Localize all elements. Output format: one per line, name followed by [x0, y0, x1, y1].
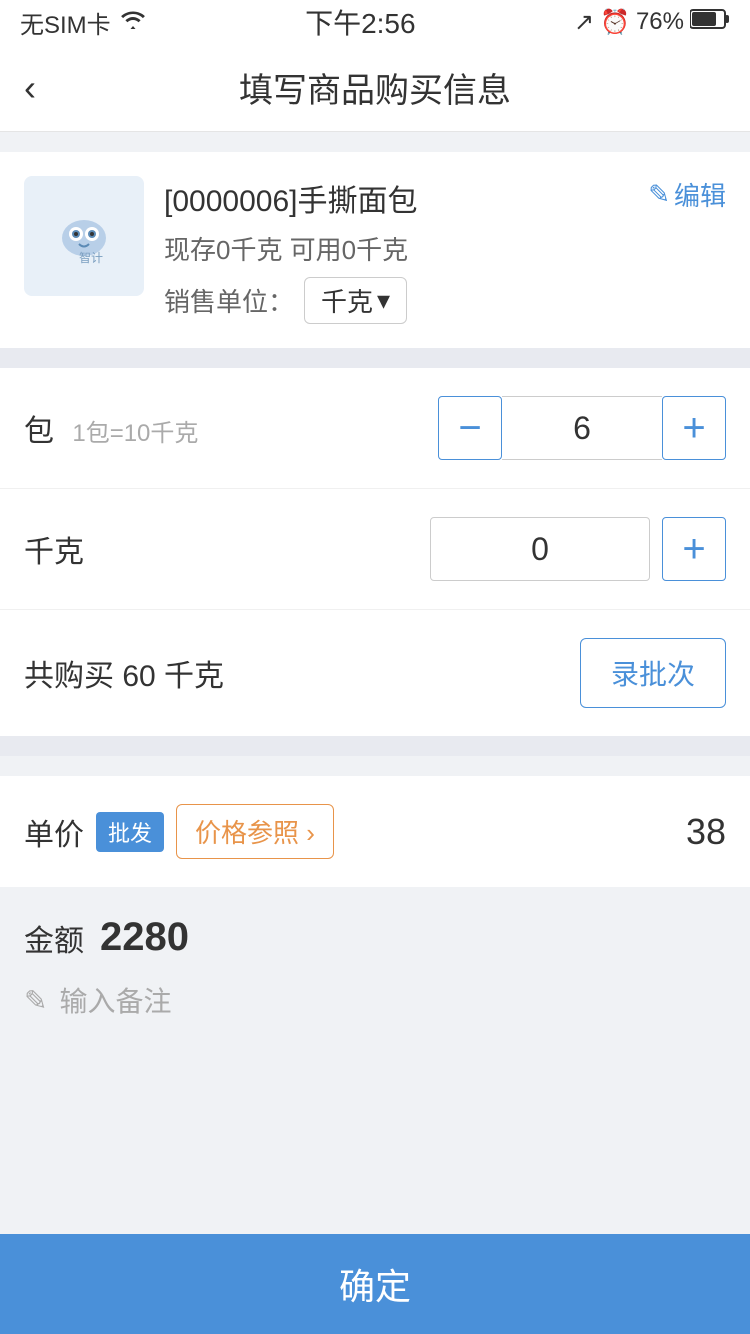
svg-text:智计: 智计 [79, 250, 103, 265]
location-icon: ↗ [574, 8, 594, 37]
nav-bar: ‹ 填写商品购买信息 [0, 44, 750, 132]
bao-input[interactable] [502, 396, 662, 460]
price-tag: 批发 [96, 812, 164, 852]
bao-label: 包 1包=10千克 [24, 406, 438, 450]
unit-select[interactable]: 千克 ▾ [304, 277, 407, 324]
confirm-button[interactable]: 确定 [0, 1234, 750, 1334]
product-unit: 销售单位： 千克 ▾ [164, 277, 726, 324]
edit-button[interactable]: ✎ 编辑 [648, 176, 726, 213]
divider-2 [0, 736, 750, 756]
product-stock: 现存0千克 可用0千克 [164, 230, 726, 267]
product-name: [0000006]手撕面包 [164, 176, 726, 220]
battery-text: 76% [636, 8, 684, 36]
kg-label: 千克 [24, 527, 430, 571]
bao-minus-button[interactable]: − [438, 396, 502, 460]
bao-row: 包 1包=10千克 − + [0, 368, 750, 489]
bao-hint: 1包=10千克 [72, 420, 198, 447]
price-value: 38 [686, 811, 726, 853]
bao-section: 包 1包=10千克 − + 千克 + [0, 368, 750, 610]
amount-row: 金额 2280 [24, 915, 726, 980]
battery-icon [690, 8, 730, 37]
bao-stepper: − + [438, 396, 726, 460]
product-card: 智计 [0000006]手撕面包 现存0千克 可用0千克 销售单位： 千克 ▾ … [0, 152, 750, 348]
note-icon: ✎ [24, 984, 47, 1017]
amount-label: 金额 [24, 916, 84, 960]
summary-text: 共购买 60 千克 [24, 651, 224, 695]
status-left: 无SIM卡 [20, 5, 147, 40]
wifi-icon [119, 8, 147, 37]
summary-row: 共购买 60 千克 录批次 [0, 610, 750, 736]
kg-plus-button[interactable]: + [662, 517, 726, 581]
edit-icon: ✎ [648, 179, 670, 210]
amount-value: 2280 [100, 915, 189, 960]
bao-plus-button[interactable]: + [662, 396, 726, 460]
price-label: 单价 批发 价格参照 › [24, 804, 334, 859]
kg-stepper: + [430, 517, 726, 581]
back-button[interactable]: ‹ [24, 67, 36, 109]
kg-input[interactable] [430, 517, 650, 581]
page-title: 填写商品购买信息 [239, 63, 511, 112]
unit-label: 销售单位： [164, 282, 294, 319]
record-batch-button[interactable]: 录批次 [580, 638, 726, 708]
alarm-icon: ⏰ [600, 8, 630, 37]
amount-section: 金额 2280 ✎ 输入备注 [0, 887, 750, 1040]
note-placeholder: 输入备注 [59, 980, 171, 1020]
price-section: 单价 批发 价格参照 › 38 [0, 776, 750, 887]
status-bar: 无SIM卡 下午2:56 ↗ ⏰ 76% [0, 0, 750, 44]
product-info: [0000006]手撕面包 现存0千克 可用0千克 销售单位： 千克 ▾ [164, 176, 726, 324]
status-time: 下午2:56 [305, 2, 416, 42]
divider-1 [0, 348, 750, 368]
price-ref-button[interactable]: 价格参照 › [176, 804, 334, 859]
note-row[interactable]: ✎ 输入备注 [24, 980, 726, 1040]
kg-row: 千克 + [0, 489, 750, 610]
status-right: ↗ ⏰ 76% [574, 8, 730, 37]
carrier-text: 无SIM卡 [20, 5, 111, 40]
product-image: 智计 [24, 176, 144, 296]
